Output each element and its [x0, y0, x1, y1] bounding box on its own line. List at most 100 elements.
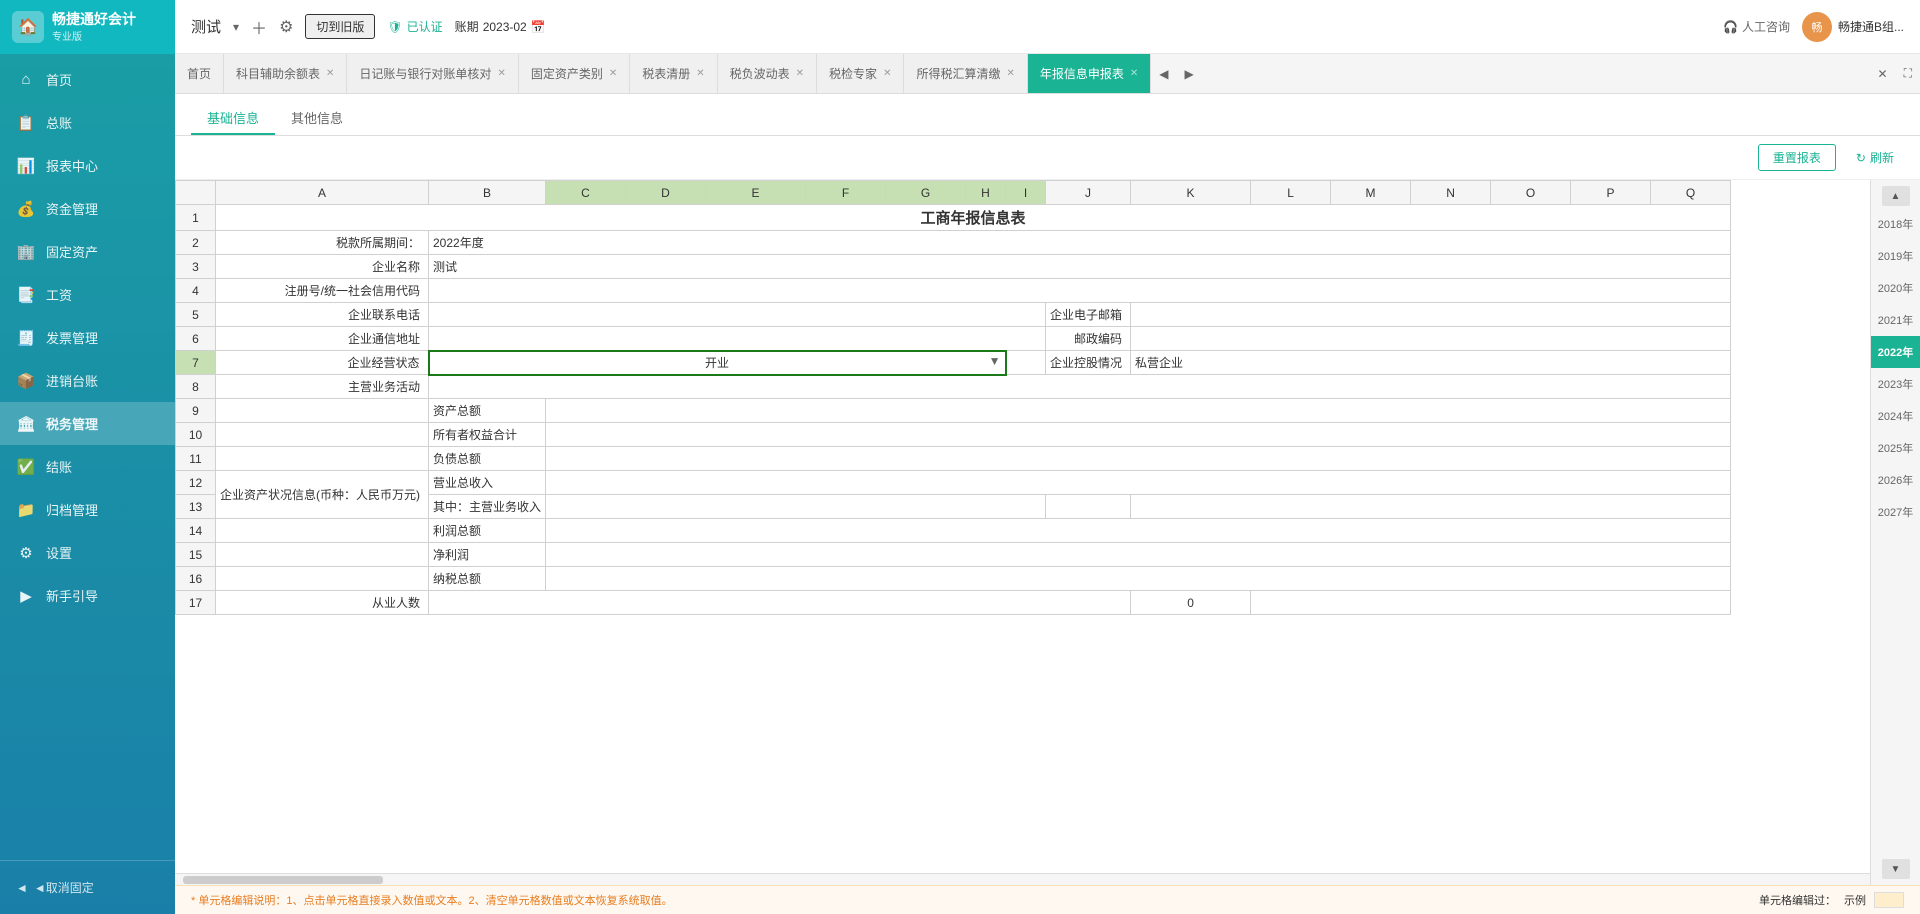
tab-annualreport[interactable]: 年报信息申报表 ✕ — [1028, 54, 1151, 93]
year-2024[interactable]: 2024年 — [1871, 400, 1920, 432]
tab-close-journal[interactable]: ✕ — [497, 68, 505, 79]
cell-13-ext[interactable] — [1131, 495, 1731, 519]
tab-journal[interactable]: 日记账与银行对账单核对 ✕ — [347, 54, 518, 93]
sidebar-collapse-button[interactable]: ◄ ◄取消固定 — [0, 869, 175, 906]
tab-incometax[interactable]: 所得税汇算清缴 ✕ — [904, 54, 1027, 93]
year-2020[interactable]: 2020年 — [1871, 272, 1920, 304]
cell-15-netprofit[interactable] — [546, 543, 1731, 567]
year-2025[interactable]: 2025年 — [1871, 432, 1920, 464]
tab-close-taxform[interactable]: ✕ — [696, 68, 704, 79]
user-menu[interactable]: 畅 畅捷通B组... — [1802, 12, 1904, 42]
col-header-G[interactable]: G — [886, 181, 966, 205]
col-header-N[interactable]: N — [1411, 181, 1491, 205]
cell-12-revenue[interactable] — [546, 471, 1731, 495]
reset-report-button[interactable]: 重置报表 — [1758, 144, 1836, 171]
cell-3-value[interactable]: 测试 — [429, 255, 1731, 279]
sidebar-item-archive[interactable]: 📁 归档管理 — [0, 488, 175, 531]
cell-14-profit[interactable] — [546, 519, 1731, 543]
tab-nav-next[interactable]: ▶ — [1177, 54, 1202, 93]
tab-home[interactable]: 首页 — [175, 54, 224, 93]
cell-16-tax[interactable] — [546, 567, 1731, 591]
cell-8-value[interactable] — [429, 375, 1731, 399]
cell-17-count[interactable]: 0 — [1131, 591, 1251, 615]
tab-fixedasset[interactable]: 固定资产类别 ✕ — [519, 54, 630, 93]
col-header-K[interactable]: K — [1131, 181, 1251, 205]
sidebar-item-settings[interactable]: ⚙ 设置 — [0, 531, 175, 574]
sidebar-item-home[interactable]: ⌂ 首页 — [0, 58, 175, 101]
topbar-settings-button[interactable]: ⚙ — [279, 17, 293, 37]
sidebar-item-report[interactable]: 📊 报表中心 — [0, 144, 175, 187]
year-2018[interactable]: 2018年 — [1871, 208, 1920, 240]
subtab-other[interactable]: 其他信息 — [275, 102, 359, 135]
col-header-E[interactable]: E — [706, 181, 806, 205]
tab-close-annualreport[interactable]: ✕ — [1130, 68, 1138, 79]
year-scroll-down[interactable]: ▼ — [1882, 859, 1910, 879]
spreadsheet-main: A B C D E F G H I J — [175, 180, 1870, 885]
tab-taxcheck[interactable]: 税检专家 ✕ — [817, 54, 904, 93]
cell-10-equity[interactable] — [546, 423, 1731, 447]
tab-close-taxwave[interactable]: ✕ — [796, 68, 804, 79]
tab-expand[interactable]: ⛶ — [1896, 54, 1920, 93]
cell-11-debt[interactable] — [546, 447, 1731, 471]
topbar-dropdown-icon[interactable]: ▾ — [233, 20, 239, 34]
year-scroll-up[interactable]: ▲ — [1882, 186, 1910, 206]
tab-nav-prev[interactable]: ◀ — [1151, 54, 1176, 93]
cell-5-email[interactable] — [1131, 303, 1731, 327]
col-header-C[interactable]: C — [546, 181, 626, 205]
col-header-O[interactable]: O — [1491, 181, 1571, 205]
topbar-add-button[interactable]: ＋ — [251, 15, 267, 39]
year-2021[interactable]: 2021年 — [1871, 304, 1920, 336]
tab-taxwave[interactable]: 税负波动表 ✕ — [718, 54, 817, 93]
sidebar-item-tax[interactable]: 🏛 税务管理 — [0, 402, 175, 445]
cell-6-zip[interactable] — [1131, 327, 1731, 351]
switch-version-button[interactable]: 切到旧版 — [305, 14, 375, 39]
cell-4-value[interactable] — [429, 279, 1731, 303]
year-2019[interactable]: 2019年 — [1871, 240, 1920, 272]
col-header-H[interactable]: H — [966, 181, 1006, 205]
col-header-L[interactable]: L — [1251, 181, 1331, 205]
sidebar-item-fund[interactable]: 💰 资金管理 — [0, 187, 175, 230]
cell-5-tel[interactable] — [429, 303, 1046, 327]
tab-close-incometax[interactable]: ✕ — [1006, 68, 1014, 79]
cell-13-main-revenue[interactable] — [546, 495, 1046, 519]
tab-aux[interactable]: 科目辅助余额表 ✕ — [224, 54, 347, 93]
refresh-button[interactable]: ↻ 刷新 — [1846, 145, 1904, 170]
year-2027[interactable]: 2027年 — [1871, 496, 1920, 528]
calendar-icon[interactable]: 📅 — [531, 20, 546, 34]
year-2022[interactable]: 2022年 — [1871, 336, 1920, 368]
cell-9-assets[interactable] — [546, 399, 1731, 423]
support-button[interactable]: 🎧 人工咨询 — [1723, 18, 1790, 35]
cell-7-holding[interactable]: 私营企业 — [1131, 351, 1731, 375]
spreadsheet[interactable]: A B C D E F G H I J — [175, 180, 1870, 873]
sidebar-item-payroll[interactable]: 📑 工资 — [0, 273, 175, 316]
cell-2-value[interactable]: 2022年度 — [429, 231, 1731, 255]
sidebar-item-invoice[interactable]: 🧾 发票管理 — [0, 316, 175, 359]
tab-close-fixedasset[interactable]: ✕ — [609, 68, 617, 79]
sidebar-item-settle[interactable]: ✅ 结账 — [0, 445, 175, 488]
year-2023[interactable]: 2023年 — [1871, 368, 1920, 400]
cell-6-addr[interactable] — [429, 327, 1046, 351]
col-header-I[interactable]: I — [1006, 181, 1046, 205]
col-header-Q[interactable]: Q — [1651, 181, 1731, 205]
tab-close-all[interactable]: ✕ — [1870, 54, 1896, 93]
tab-close-aux[interactable]: ✕ — [326, 68, 334, 79]
sidebar-item-newbie[interactable]: ▶ 新手引导 — [0, 574, 175, 617]
cell-7-status[interactable]: 开业 ▼ — [429, 351, 1006, 375]
tab-close-taxcheck[interactable]: ✕ — [883, 68, 891, 79]
sidebar-item-purchase[interactable]: 📦 进销台账 — [0, 359, 175, 402]
col-header-F[interactable]: F — [806, 181, 886, 205]
sidebar-item-ledger[interactable]: 📋 总账 — [0, 101, 175, 144]
horizontal-scrollbar[interactable] — [175, 873, 1870, 885]
tab-taxform[interactable]: 税表清册 ✕ — [630, 54, 717, 93]
cell-1-title[interactable]: 工商年报信息表 — [216, 205, 1731, 231]
year-2026[interactable]: 2026年 — [1871, 464, 1920, 496]
col-header-D[interactable]: D — [626, 181, 706, 205]
col-header-A[interactable]: A — [216, 181, 429, 205]
col-header-M[interactable]: M — [1331, 181, 1411, 205]
sidebar-item-fixed[interactable]: 🏢 固定资产 — [0, 230, 175, 273]
col-header-B[interactable]: B — [429, 181, 546, 205]
col-header-J[interactable]: J — [1046, 181, 1131, 205]
subtab-basic[interactable]: 基础信息 — [191, 102, 275, 135]
table-row: 8 主营业务活动 — [176, 375, 1731, 399]
col-header-P[interactable]: P — [1571, 181, 1651, 205]
